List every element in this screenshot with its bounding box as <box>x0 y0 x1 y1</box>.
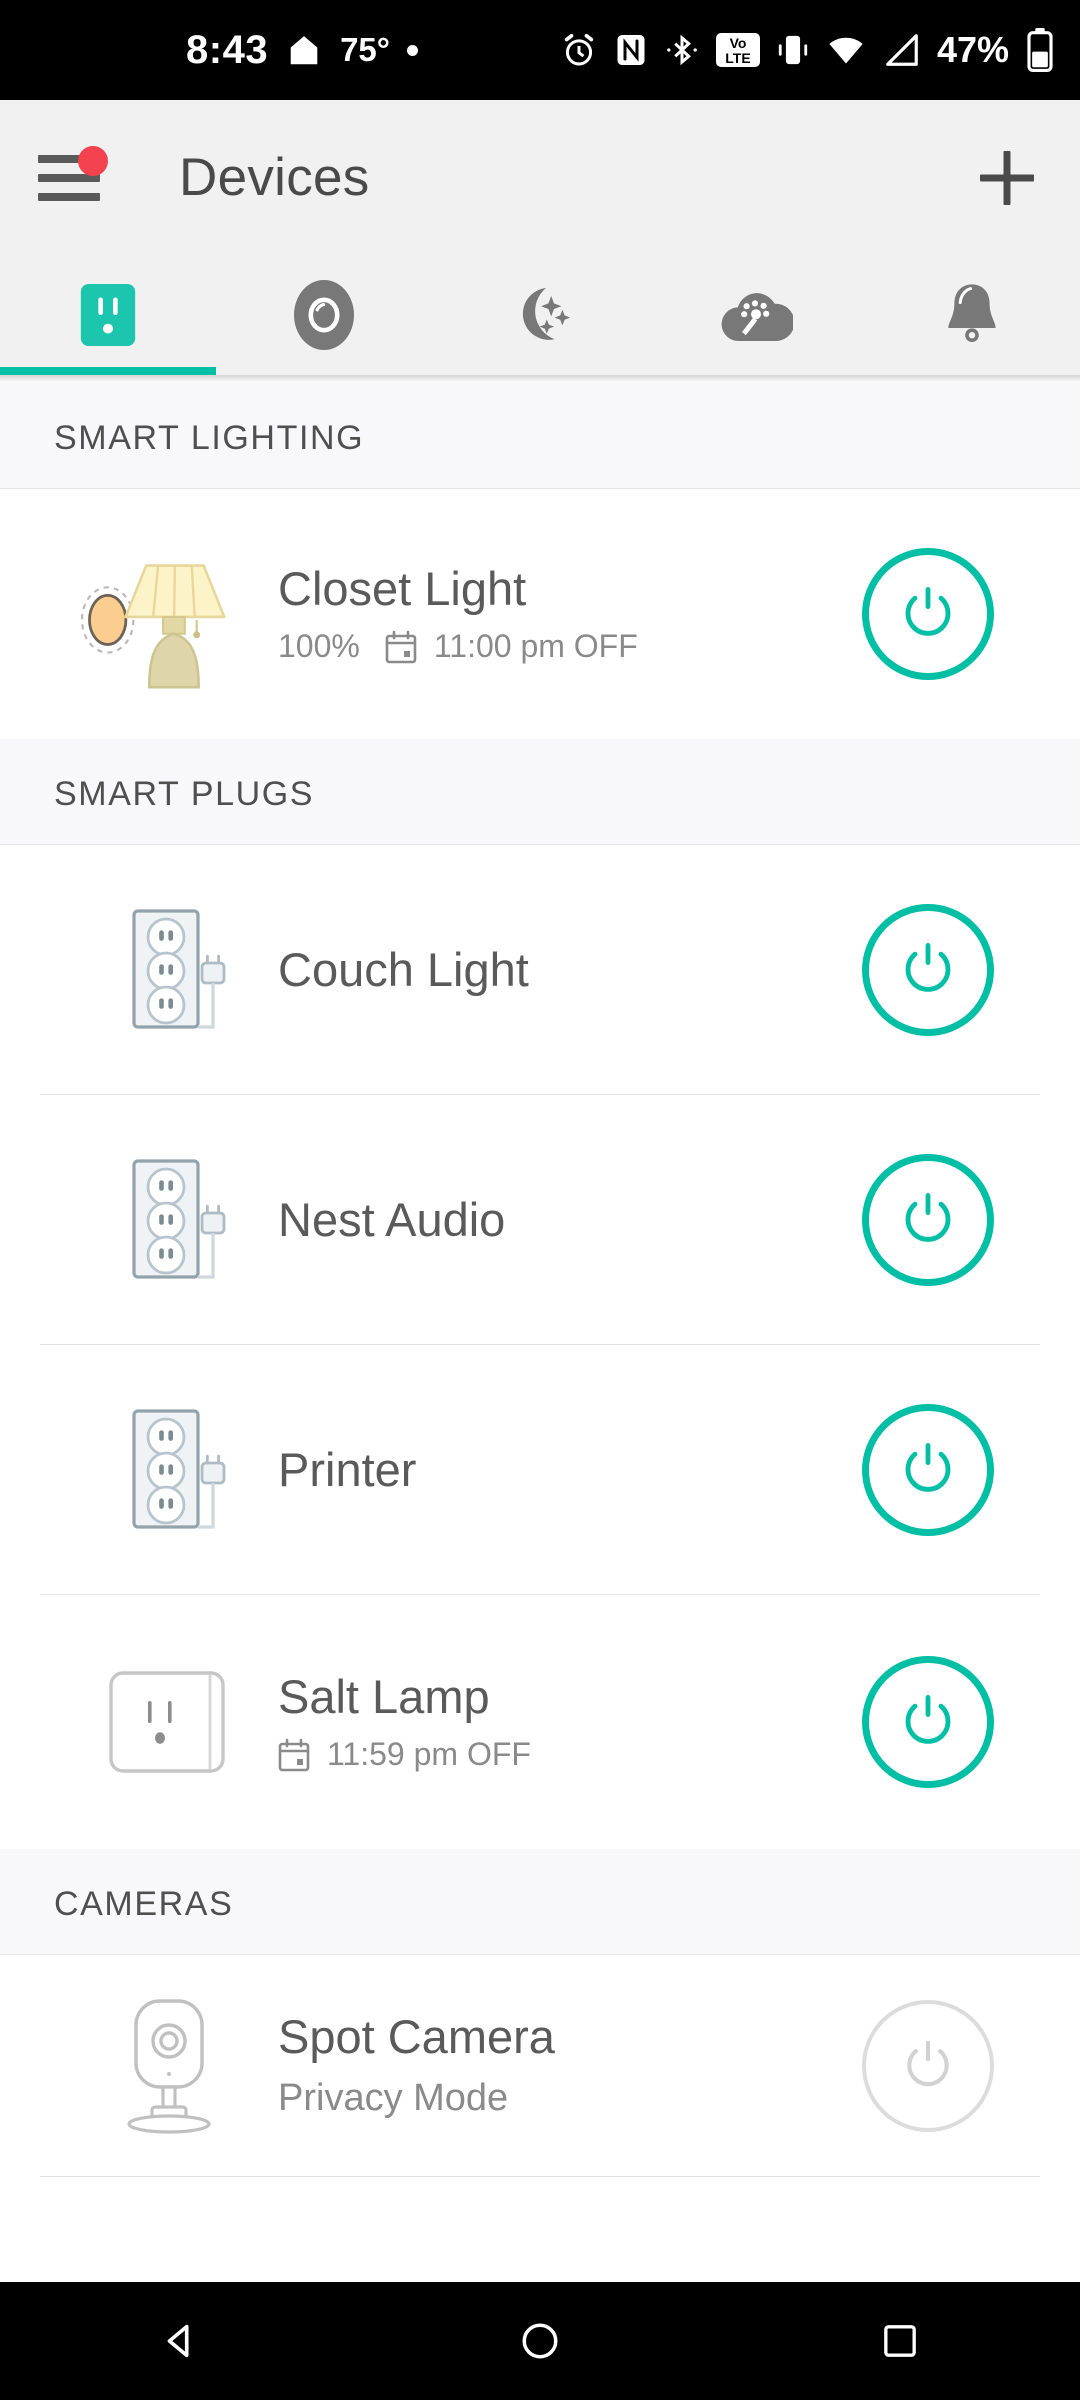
tab-night-mode[interactable] <box>432 255 648 375</box>
table-row[interactable]: Salt Lamp 11:59 pm OFF <box>40 1595 1040 1849</box>
power-toggle-button[interactable] <box>862 1403 994 1536</box>
schedule-text: 11:59 pm OFF <box>327 1736 531 1773</box>
tab-routines[interactable] <box>648 255 864 375</box>
power-strip-icon <box>80 1399 256 1541</box>
volte-icon: Vo LTE <box>715 31 761 69</box>
tab-bar-shadow <box>0 375 1080 383</box>
section-header-cameras: CAMERAS <box>0 1849 1080 1955</box>
nfc-icon <box>613 32 649 68</box>
battery-percent-label: 47% <box>936 29 1009 70</box>
power-toggle-button[interactable] <box>862 548 994 680</box>
device-status-text: Privacy Mode <box>278 2077 862 2120</box>
moon-stars-icon <box>522 288 571 340</box>
power-icon <box>905 587 951 636</box>
page-title: Devices <box>179 148 370 207</box>
privacy-mode-label: Privacy Mode <box>278 2076 509 2119</box>
back-triangle-icon[interactable] <box>120 2282 240 2400</box>
wifi-icon <box>825 31 867 69</box>
alarm-icon <box>560 31 598 69</box>
power-strip-icon <box>80 1149 256 1291</box>
device-name: Couch Light <box>278 942 529 996</box>
battery-icon <box>1026 28 1054 72</box>
device-name: Salt Lamp <box>278 1669 490 1723</box>
app-bar: Devices <box>0 100 1080 255</box>
status-dot-icon <box>406 44 418 56</box>
device-name: Nest Audio <box>278 1192 506 1246</box>
tab-bar <box>0 255 1080 375</box>
status-bar: 8:43 75° Vo LTE 47% <box>0 0 1080 100</box>
power-toggle-button[interactable] <box>862 1656 994 1788</box>
tab-devices[interactable] <box>0 255 216 375</box>
power-icon <box>907 2040 949 2086</box>
table-row[interactable]: Printer <box>40 1345 1040 1595</box>
table-row[interactable]: Couch Light <box>40 845 1040 1095</box>
power-icon <box>905 1695 951 1744</box>
tab-active-indicator <box>0 367 216 375</box>
section-header-smart-lighting: SMART LIGHTING <box>0 383 1080 489</box>
device-name: Spot Camera <box>278 2010 555 2064</box>
vibrate-icon <box>776 31 810 69</box>
power-icon <box>905 1192 951 1242</box>
camera-lens-icon <box>294 280 354 350</box>
phone-screen: 8:43 75° Vo LTE 47% Devices SMART LIGHTI… <box>0 0 1080 2400</box>
device-subtitle: 11:59 pm OFF <box>278 1736 862 1773</box>
table-row[interactable]: Spot Camera Privacy Mode <box>40 1955 1040 2177</box>
tab-cameras[interactable] <box>216 255 432 375</box>
home-icon <box>285 31 323 69</box>
plus-icon[interactable] <box>972 143 1042 213</box>
power-strip-icon <box>80 899 256 1041</box>
section-header-smart-plugs: SMART PLUGS <box>0 739 1080 845</box>
power-toggle-button[interactable] <box>862 1999 994 2132</box>
status-time: 8:43 <box>186 27 269 72</box>
table-row[interactable]: Nest Audio <box>40 1095 1040 1345</box>
menu-notification-badge <box>78 145 108 176</box>
recents-square-icon[interactable] <box>840 2282 960 2400</box>
wall-outlet-icon <box>80 1663 256 1781</box>
calendar-icon <box>278 1738 310 1772</box>
brightness-value: 100% <box>278 628 360 665</box>
tab-notifications[interactable] <box>864 255 1080 375</box>
power-toggle-button[interactable] <box>862 1153 994 1286</box>
bluetooth-icon <box>664 32 700 68</box>
hamburger-menu-icon[interactable] <box>38 145 108 204</box>
device-name: Closet Light <box>278 561 527 615</box>
home-circle-icon[interactable] <box>480 2282 600 2400</box>
calendar-icon <box>385 630 417 664</box>
status-temperature: 75° <box>340 31 390 68</box>
power-toggle-button[interactable] <box>862 903 994 1036</box>
bell-icon <box>948 284 996 342</box>
svg-text:Vo: Vo <box>730 35 747 51</box>
power-icon <box>905 942 951 992</box>
schedule-text: 11:00 pm OFF <box>433 628 638 665</box>
device-list[interactable]: SMART LIGHTING Closet Light 100% 11:00 p… <box>0 383 1080 2282</box>
cloud-wand-icon <box>721 293 793 342</box>
security-camera-icon <box>80 1991 256 2141</box>
lamp-icon <box>80 538 256 690</box>
svg-text:LTE: LTE <box>725 50 750 66</box>
cell-signal-icon <box>882 31 922 69</box>
device-name: Printer <box>278 1442 417 1496</box>
table-row[interactable]: Closet Light 100% 11:00 pm OFF <box>40 489 1040 739</box>
outlet-icon <box>80 283 136 347</box>
power-icon <box>905 1442 951 1492</box>
system-navigation-bar <box>0 2282 1080 2400</box>
device-subtitle: 100% 11:00 pm OFF <box>278 628 862 665</box>
